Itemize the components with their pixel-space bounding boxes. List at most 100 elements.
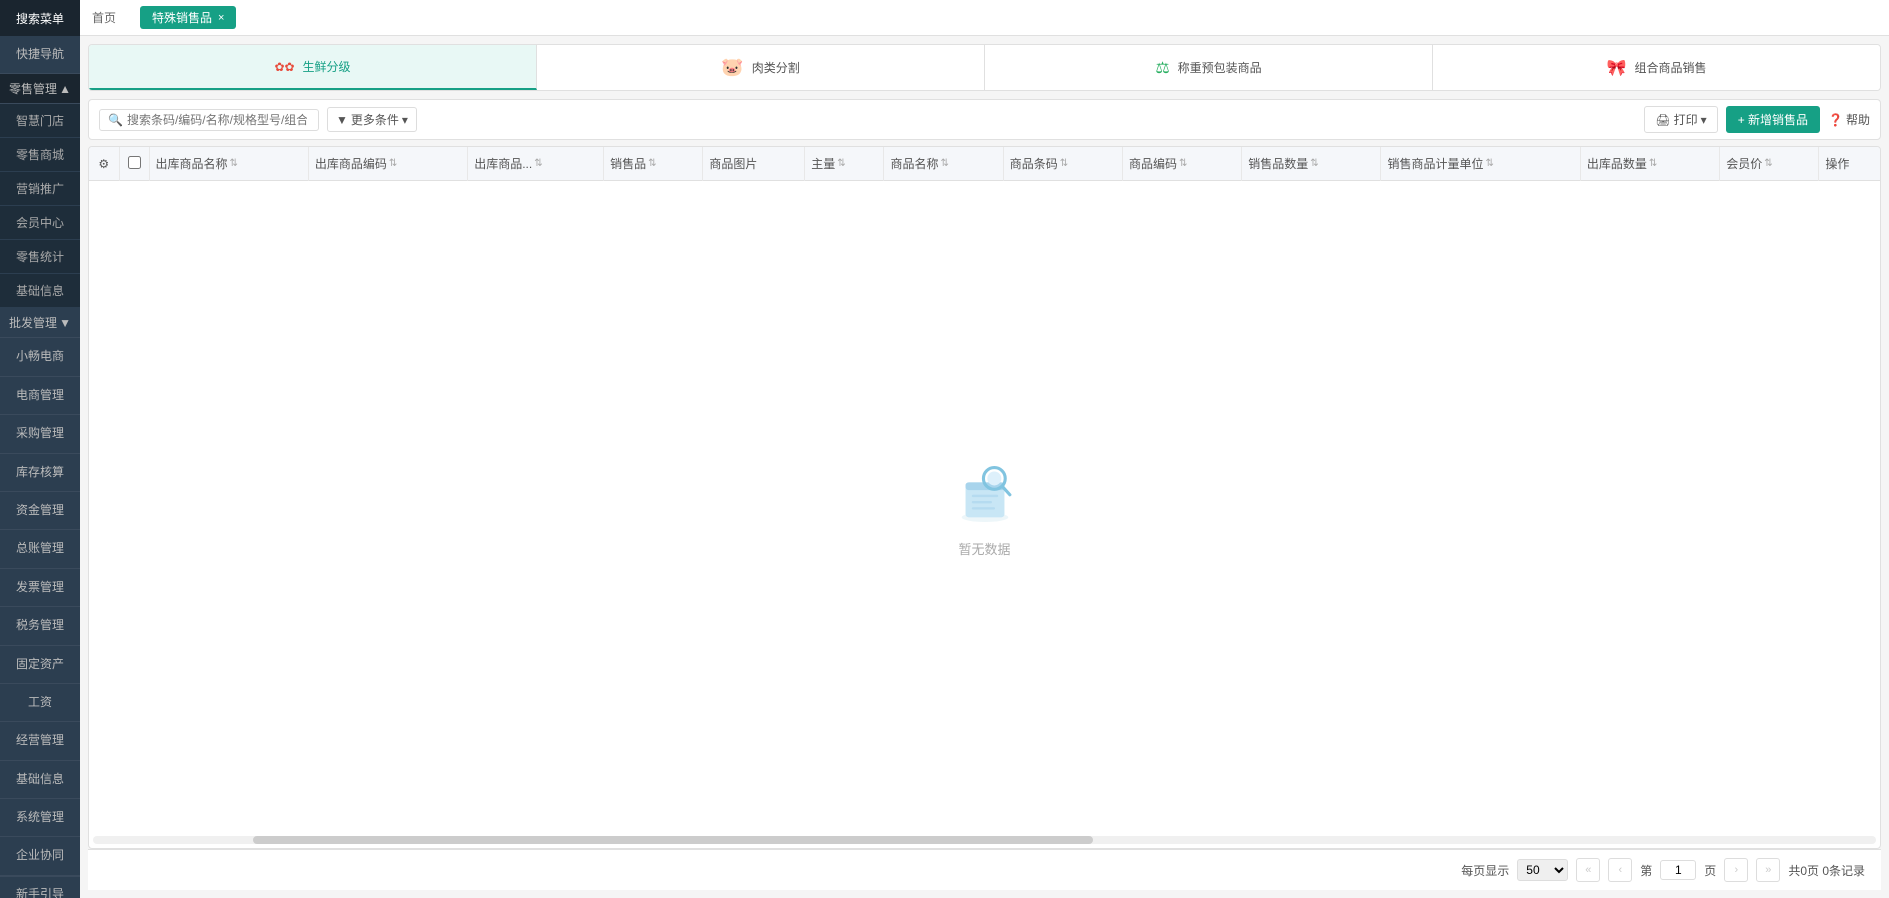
main-content: 首页 特殊销售品 × ✿✿ 生鲜分级 🐷 肉类分割 ⚖ 称重预包装商品 🎀 [80,0,1889,898]
sort-icon: ⇅ [940,158,948,169]
th-check[interactable] [119,147,149,181]
sidebar-item-basic-info[interactable]: 基础信息 [0,274,80,308]
sort-icon: ⇅ [1764,158,1772,169]
th-sale-unit[interactable]: 销售商品计量单位⇅ [1381,147,1580,181]
sidebar-item-smart-store[interactable]: 智慧门店 [0,104,80,138]
empty-state: 暂无数据 [89,181,1880,836]
active-tab[interactable]: 特殊销售品 × [140,6,236,29]
sidebar-item-fixed-assets[interactable]: 固定资产 [0,646,80,684]
sidebar-item-retail-stats[interactable]: 零售统计 [0,240,80,274]
sidebar-item-wholesale-mgmt[interactable]: 批发管理 ▼ [0,308,80,338]
scroll-track[interactable] [93,836,1876,844]
filter-icon: ▼ [336,113,348,127]
sort-icon: ⇅ [1179,158,1187,169]
sidebar-item-basic-info2[interactable]: 基础信息 [0,761,80,799]
data-table-container: ⚙ 出库商品名称⇅ 出库商品编码⇅ 出库商品...⇅ [88,146,1881,849]
sidebar-item-purchase-mgmt[interactable]: 采购管理 [0,415,80,453]
pagination: 每页显示 50 10 20 100 « ‹ 第 1 页 › » 共0页 0条记录 [88,849,1881,890]
last-page-btn[interactable]: » [1756,858,1780,882]
cat-tab-combo[interactable]: 🎀 组合商品销售 [1433,45,1880,90]
cat-tab-weigh-pkg[interactable]: ⚖ 称重预包装商品 [985,45,1433,90]
filter-button[interactable]: ▼ 更多条件 ▾ [327,107,417,132]
print-dropdown-icon: ▾ [1701,113,1707,127]
cat-tab-meat-cut[interactable]: 🐷 肉类分割 [537,45,985,90]
chevron-down-icon: ▾ [402,113,408,127]
sidebar-item-ops-mgmt[interactable]: 经营管理 [0,722,80,760]
fresh-grade-icon: ✿✿ [274,60,294,74]
sort-icon: ⇅ [230,158,238,169]
sort-icon: ⇅ [1649,158,1657,169]
sidebar-sub-retail: 智慧门店 零售商城 营销推广 会员中心 零售统计 基础信息 [0,104,80,308]
th-barcode[interactable]: 商品条码⇅ [1003,147,1122,181]
tab-label: 特殊销售品 [152,9,212,26]
sidebar-item-mini-ecommerce[interactable]: 小畅电商 [0,338,80,376]
sidebar-item-inventory[interactable]: 库存核算 [0,454,80,492]
th-out-code[interactable]: 出库商品编码⇅ [308,147,467,181]
table-header-row: ⚙ 出库商品名称⇅ 出库商品编码⇅ 出库商品...⇅ [89,147,1880,181]
sidebar-item-retail-mall[interactable]: 零售商城 [0,138,80,172]
sidebar-item-member-center[interactable]: 会员中心 [0,206,80,240]
th-member-price[interactable]: 会员价⇅ [1720,147,1819,181]
th-gear[interactable]: ⚙ [89,147,119,181]
th-sale-item[interactable]: 销售品⇅ [604,147,703,181]
th-main-unit[interactable]: 主量⇅ [805,147,884,181]
search-box[interactable]: 🔍 [99,109,319,131]
th-goods-code[interactable]: 商品编码⇅ [1122,147,1241,181]
data-table: ⚙ 出库商品名称⇅ 出库商品编码⇅ 出库商品...⇅ [89,147,1880,181]
th-goods-name[interactable]: 商品名称⇅ [884,147,1003,181]
th-img: 商品图片 [703,147,805,181]
breadcrumb-home[interactable]: 首页 [92,9,116,26]
search-input[interactable] [127,113,307,127]
sidebar-item-enterprise-coop[interactable]: 企业协同 [0,837,80,875]
help-icon: ❓ [1828,113,1843,127]
th-sale-qty[interactable]: 销售品数量⇅ [1242,147,1381,181]
first-page-btn[interactable]: « [1576,858,1600,882]
chevron-icon: ▲ [59,82,71,96]
print-icon: 🖨 [1655,113,1670,127]
tab-close-btn[interactable]: × [218,12,224,24]
chevron-down-icon: ▼ [59,316,71,330]
sort-icon: ⇅ [1486,158,1494,169]
sidebar-logo[interactable]: 搜索菜单 [0,0,80,36]
prev-page-btn[interactable]: ‹ [1608,858,1632,882]
sidebar-item-tax-mgmt[interactable]: 税务管理 [0,607,80,645]
per-page-label: 每页显示 [1461,862,1509,879]
sort-icon: ⇅ [1310,158,1318,169]
sidebar-logo-text: 搜索菜单 [16,10,64,27]
sidebar-item-payroll[interactable]: 工资 [0,684,80,722]
cat-tab-label-1: 肉类分割 [752,59,800,76]
sidebar-item-general-ledger[interactable]: 总账管理 [0,530,80,568]
page-content: ✿✿ 生鲜分级 🐷 肉类分割 ⚖ 称重预包装商品 🎀 组合商品销售 🔍 [80,36,1889,898]
sidebar-item-system-mgmt[interactable]: 系统管理 [0,799,80,837]
page-number-input[interactable]: 1 [1660,860,1696,880]
th-out-spec[interactable]: 出库商品...⇅ [468,147,604,181]
per-page-select[interactable]: 50 10 20 100 [1517,859,1568,881]
scroll-thumb[interactable] [253,836,1093,844]
total-info: 共0页 0条记录 [1788,862,1865,879]
sidebar-new-user-guide[interactable]: 新手引导 [0,876,80,898]
th-out-name[interactable]: 出库商品名称⇅ [149,147,308,181]
category-tabs: ✿✿ 生鲜分级 🐷 肉类分割 ⚖ 称重预包装商品 🎀 组合商品销售 [88,44,1881,91]
new-item-button[interactable]: + 新增销售品 [1726,106,1820,133]
th-action: 操作 [1819,147,1880,181]
sidebar-item-ecommerce-mgmt[interactable]: 电商管理 [0,377,80,415]
sidebar-item-sales-promo[interactable]: 营销推广 [0,172,80,206]
print-button[interactable]: 🖨 打印 ▾ [1644,106,1717,133]
empty-text: 暂无数据 [958,539,1010,558]
next-page-btn[interactable]: › [1724,858,1748,882]
sidebar-item-quick-nav[interactable]: 快捷导航 [0,36,80,74]
combo-icon: 🎀 [1607,58,1627,78]
cat-tab-fresh-grade[interactable]: ✿✿ 生鲜分级 [89,45,537,90]
select-all-checkbox[interactable] [128,156,141,169]
sort-icon: ⇅ [534,158,542,169]
toolbar-right: 🖨 打印 ▾ + 新增销售品 ❓ 帮助 [1644,106,1870,133]
page-label-post: 页 [1704,862,1716,879]
toolbar-left: 🔍 ▼ 更多条件 ▾ [99,107,417,132]
sidebar-item-retail-mgmt[interactable]: 零售管理 ▲ [0,74,80,104]
help-button[interactable]: ❓ 帮助 [1828,111,1870,128]
sidebar-item-finance-mgmt[interactable]: 资金管理 [0,492,80,530]
empty-illustration [945,459,1025,529]
weigh-pkg-icon: ⚖ [1155,58,1169,78]
th-out-qty[interactable]: 出库品数量⇅ [1580,147,1719,181]
sidebar-item-invoice-mgmt[interactable]: 发票管理 [0,569,80,607]
